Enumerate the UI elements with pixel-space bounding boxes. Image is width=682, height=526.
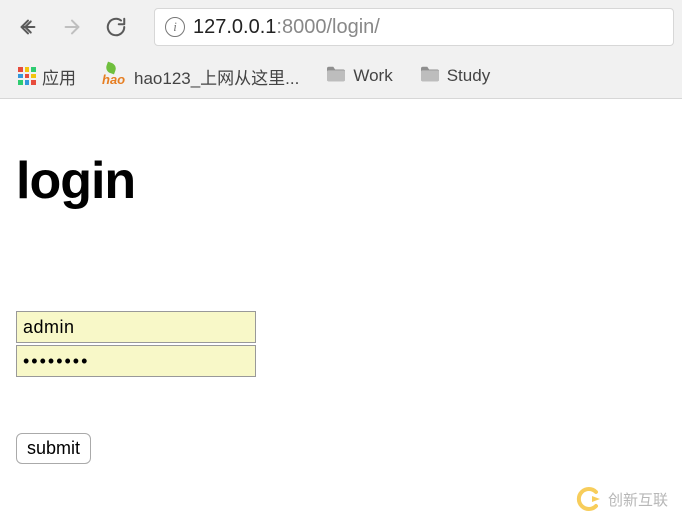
watermark: 创新互联 [576, 486, 668, 512]
watermark-logo-icon [576, 486, 602, 512]
bookmark-folder-study[interactable]: Study [419, 65, 490, 88]
url-host: 127.0.0.1 [193, 16, 276, 38]
arrow-right-icon [61, 16, 83, 38]
site-info-icon[interactable]: i [165, 17, 185, 37]
page-content: login submit [0, 99, 682, 474]
password-input[interactable] [16, 345, 256, 377]
bookmark-label: hao123_上网从这里... [134, 64, 299, 89]
arrow-left-icon [17, 16, 39, 38]
bookmarks-bar: 应用 hao hao123_上网从这里... Work Study [0, 54, 682, 98]
bookmark-apps[interactable]: 应用 [18, 64, 76, 89]
back-button[interactable] [8, 7, 48, 47]
reload-icon [105, 16, 127, 38]
folder-icon [419, 65, 441, 88]
page-title: login [16, 151, 666, 211]
bookmark-label: Work [353, 66, 392, 86]
bookmark-hao123[interactable]: hao hao123_上网从这里... [102, 64, 299, 89]
bookmark-label: Study [447, 66, 490, 86]
username-input[interactable] [16, 311, 256, 343]
folder-icon [325, 65, 347, 88]
reload-button[interactable] [96, 7, 136, 47]
login-form: submit [16, 311, 666, 464]
browser-toolbar: i 127.0.0.1:8000/login/ [0, 0, 682, 54]
bookmark-label: 应用 [42, 64, 76, 89]
bookmark-folder-work[interactable]: Work [325, 65, 392, 88]
watermark-text: 创新互联 [608, 489, 668, 510]
browser-chrome: i 127.0.0.1:8000/login/ 应用 hao hao123_上网… [0, 0, 682, 99]
address-bar[interactable]: i 127.0.0.1:8000/login/ [154, 8, 674, 46]
submit-button[interactable]: submit [16, 433, 91, 464]
hao123-icon: hao [102, 67, 128, 85]
url-text: 127.0.0.1:8000/login/ [193, 16, 380, 39]
apps-grid-icon [18, 67, 36, 85]
forward-button[interactable] [52, 7, 92, 47]
url-path: :8000/login/ [276, 16, 379, 38]
